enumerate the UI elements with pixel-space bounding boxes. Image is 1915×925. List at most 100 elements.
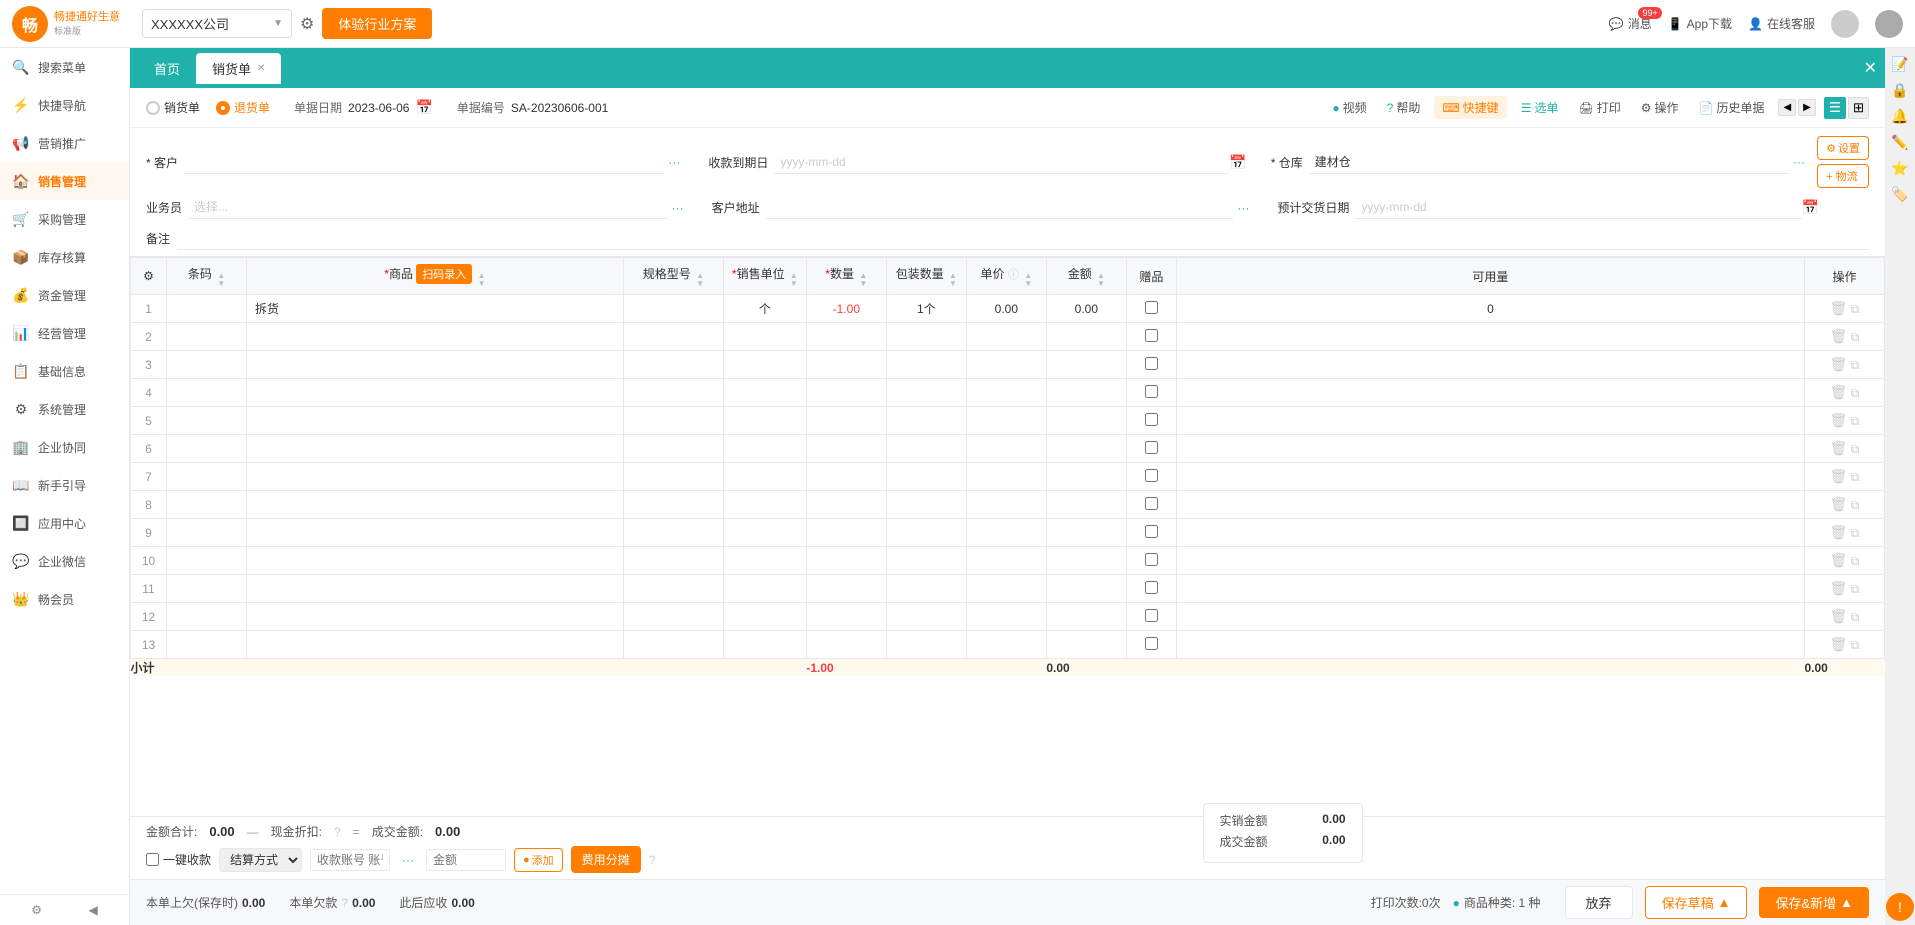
delete-icon-5[interactable]: 🗑 bbox=[1830, 440, 1848, 456]
sidebar-collapse-icon[interactable]: ◀ bbox=[89, 903, 98, 917]
sidebar-item-quick-nav[interactable]: ⚡ 快捷导航 bbox=[0, 86, 129, 124]
select-btn[interactable]: ☰ 选单 bbox=[1515, 96, 1565, 119]
copy-icon-0[interactable]: ⧉ bbox=[1851, 302, 1860, 316]
close-tab-icon[interactable]: ✕ bbox=[1864, 58, 1877, 78]
notes-input[interactable] bbox=[178, 227, 1869, 250]
delete-icon-2[interactable]: 🗑 bbox=[1830, 356, 1848, 372]
tab-close-icon[interactable]: ✕ bbox=[257, 63, 265, 74]
sidebar-item-guide[interactable]: 📖 新手引导 bbox=[0, 466, 129, 504]
sidebar-item-operations[interactable]: 📊 经营管理 bbox=[0, 314, 129, 352]
nav-next[interactable]: ▶ bbox=[1798, 99, 1816, 116]
warehouse-input[interactable] bbox=[1309, 151, 1789, 174]
add-button[interactable]: ● ● 添加 添加 bbox=[514, 848, 563, 872]
delete-icon-9[interactable]: 🗑 bbox=[1830, 552, 1848, 568]
online-service-button[interactable]: 👤 在线客服 bbox=[1748, 15, 1815, 32]
print-btn[interactable]: 🖨 打印 bbox=[1572, 96, 1626, 119]
save-new-button[interactable]: 保存&新增 ▲ bbox=[1759, 887, 1869, 918]
expected-date-input[interactable] bbox=[1355, 196, 1801, 219]
copy-icon-8[interactable]: ⧉ bbox=[1851, 526, 1860, 540]
right-panel-bell[interactable]: 🔔 bbox=[1888, 104, 1912, 128]
customer-input[interactable] bbox=[184, 151, 664, 174]
sidebar-item-system[interactable]: ⚙ 系统管理 bbox=[0, 390, 129, 428]
delete-icon-11[interactable]: 🗑 bbox=[1830, 608, 1848, 624]
cell-gift-5[interactable] bbox=[1126, 435, 1176, 463]
one-click-check[interactable] bbox=[146, 853, 159, 866]
copy-icon-1[interactable]: ⧉ bbox=[1851, 330, 1860, 344]
copy-icon-10[interactable]: ⧉ bbox=[1851, 582, 1860, 596]
history-btn[interactable]: 📄 历史单据 bbox=[1693, 96, 1771, 119]
list-view-icon[interactable]: ☰ bbox=[1824, 97, 1846, 119]
shortcut-btn[interactable]: ⌨ 快捷键 bbox=[1434, 96, 1506, 119]
nav-prev[interactable]: ◀ bbox=[1778, 99, 1796, 116]
right-panel-orange[interactable]: ! bbox=[1886, 893, 1914, 921]
staff-ellipsis[interactable]: ··· bbox=[668, 201, 688, 215]
cell-gift-10[interactable] bbox=[1126, 575, 1176, 603]
sidebar-item-search[interactable]: 🔍 搜索菜单 bbox=[0, 48, 129, 86]
logistics-button[interactable]: + 物流 bbox=[1817, 164, 1869, 188]
delete-icon-8[interactable]: 🗑 bbox=[1830, 524, 1848, 540]
user-avatar[interactable] bbox=[1875, 10, 1903, 38]
sidebar-item-member[interactable]: 👑 畅会员 bbox=[0, 580, 129, 618]
due-date-calendar-icon[interactable]: 📅 bbox=[1229, 154, 1246, 171]
delete-icon-12[interactable]: 🗑 bbox=[1830, 636, 1848, 652]
delete-icon-0[interactable]: 🗑 bbox=[1830, 300, 1848, 316]
sidebar-item-marketing[interactable]: 📢 营销推广 bbox=[0, 124, 129, 162]
sidebar-item-wechat[interactable]: 💬 企业微信 bbox=[0, 542, 129, 580]
cell-gift-12[interactable] bbox=[1126, 631, 1176, 659]
cell-gift-6[interactable] bbox=[1126, 463, 1176, 491]
delete-icon-3[interactable]: 🗑 bbox=[1830, 384, 1848, 400]
cell-gift-3[interactable] bbox=[1126, 379, 1176, 407]
save-draft-button[interactable]: 保存草稿 ▲ bbox=[1645, 886, 1748, 919]
copy-icon-2[interactable]: ⧉ bbox=[1851, 358, 1860, 372]
cell-gift-1[interactable] bbox=[1126, 323, 1176, 351]
copy-icon-12[interactable]: ⧉ bbox=[1851, 638, 1860, 652]
warehouse-ellipsis[interactable]: ··· bbox=[1789, 155, 1809, 169]
account-input[interactable] bbox=[310, 849, 390, 871]
copy-icon-9[interactable]: ⧉ bbox=[1851, 554, 1860, 568]
sidebar-item-enterprise[interactable]: 🏢 企业协同 bbox=[0, 428, 129, 466]
company-selector[interactable]: XXXXXX公司 ▼ bbox=[142, 9, 292, 38]
cell-gift-7[interactable] bbox=[1126, 491, 1176, 519]
copy-icon-6[interactable]: ⧉ bbox=[1851, 470, 1860, 484]
copy-icon-5[interactable]: ⧉ bbox=[1851, 442, 1860, 456]
sidebar-item-basic[interactable]: 📋 基础信息 bbox=[0, 352, 129, 390]
expense-split-button[interactable]: 费用分摊 bbox=[571, 846, 641, 873]
delete-icon-1[interactable]: 🗑 bbox=[1830, 328, 1848, 344]
delete-icon-4[interactable]: 🗑 bbox=[1830, 412, 1848, 428]
right-panel-star[interactable]: ⭐ bbox=[1888, 156, 1912, 180]
radio-return[interactable]: 退货单 bbox=[216, 99, 270, 116]
app-download-button[interactable]: 📱 App下载 bbox=[1668, 15, 1732, 32]
sidebar-item-finance[interactable]: 💰 资金管理 bbox=[0, 276, 129, 314]
method-select[interactable]: 结算方式 bbox=[219, 848, 302, 872]
due-date-input[interactable] bbox=[774, 151, 1229, 174]
cell-gift-4[interactable] bbox=[1126, 407, 1176, 435]
customer-ellipsis[interactable]: ··· bbox=[664, 155, 684, 169]
right-panel-notes[interactable]: 📝 bbox=[1888, 52, 1912, 76]
right-panel-tag[interactable]: 🏷️ bbox=[1888, 182, 1912, 206]
amount-input[interactable] bbox=[426, 849, 506, 871]
cell-gift-9[interactable] bbox=[1126, 547, 1176, 575]
tab-sales-order[interactable]: 销货单 ✕ bbox=[196, 53, 281, 84]
discard-button[interactable]: 放弃 bbox=[1565, 886, 1633, 919]
scan-button[interactable]: 扫码录入 bbox=[416, 264, 472, 284]
sidebar-item-inventory[interactable]: 📦 库存核算 bbox=[0, 238, 129, 276]
sidebar-item-app-center[interactable]: 🔲 应用中心 bbox=[0, 504, 129, 542]
settings-icon[interactable]: ⚙ bbox=[300, 14, 314, 34]
copy-icon-11[interactable]: ⧉ bbox=[1851, 610, 1860, 624]
right-panel-edit[interactable]: ✏️ bbox=[1888, 130, 1912, 154]
staff-input[interactable] bbox=[188, 196, 668, 219]
sidebar-item-sales[interactable]: 🏠 销售管理 bbox=[0, 162, 129, 200]
operate-btn[interactable]: ⚙ 操作 bbox=[1635, 96, 1685, 119]
cell-gift-11[interactable] bbox=[1126, 603, 1176, 631]
right-panel-lock[interactable]: 🔒 bbox=[1888, 78, 1912, 102]
account-ellipsis[interactable]: ··· bbox=[398, 853, 418, 867]
delete-icon-10[interactable]: 🗑 bbox=[1830, 580, 1848, 596]
copy-icon-4[interactable]: ⧉ bbox=[1851, 414, 1860, 428]
expected-date-calendar-icon[interactable]: 📅 bbox=[1802, 199, 1819, 216]
help-btn[interactable]: ? 帮助 bbox=[1381, 96, 1427, 119]
copy-icon-3[interactable]: ⧉ bbox=[1851, 386, 1860, 400]
cell-gift-0[interactable] bbox=[1126, 295, 1176, 323]
delete-icon-7[interactable]: 🗑 bbox=[1830, 496, 1848, 512]
copy-icon-7[interactable]: ⧉ bbox=[1851, 498, 1860, 512]
date-calendar-icon[interactable]: 📅 bbox=[415, 99, 432, 116]
